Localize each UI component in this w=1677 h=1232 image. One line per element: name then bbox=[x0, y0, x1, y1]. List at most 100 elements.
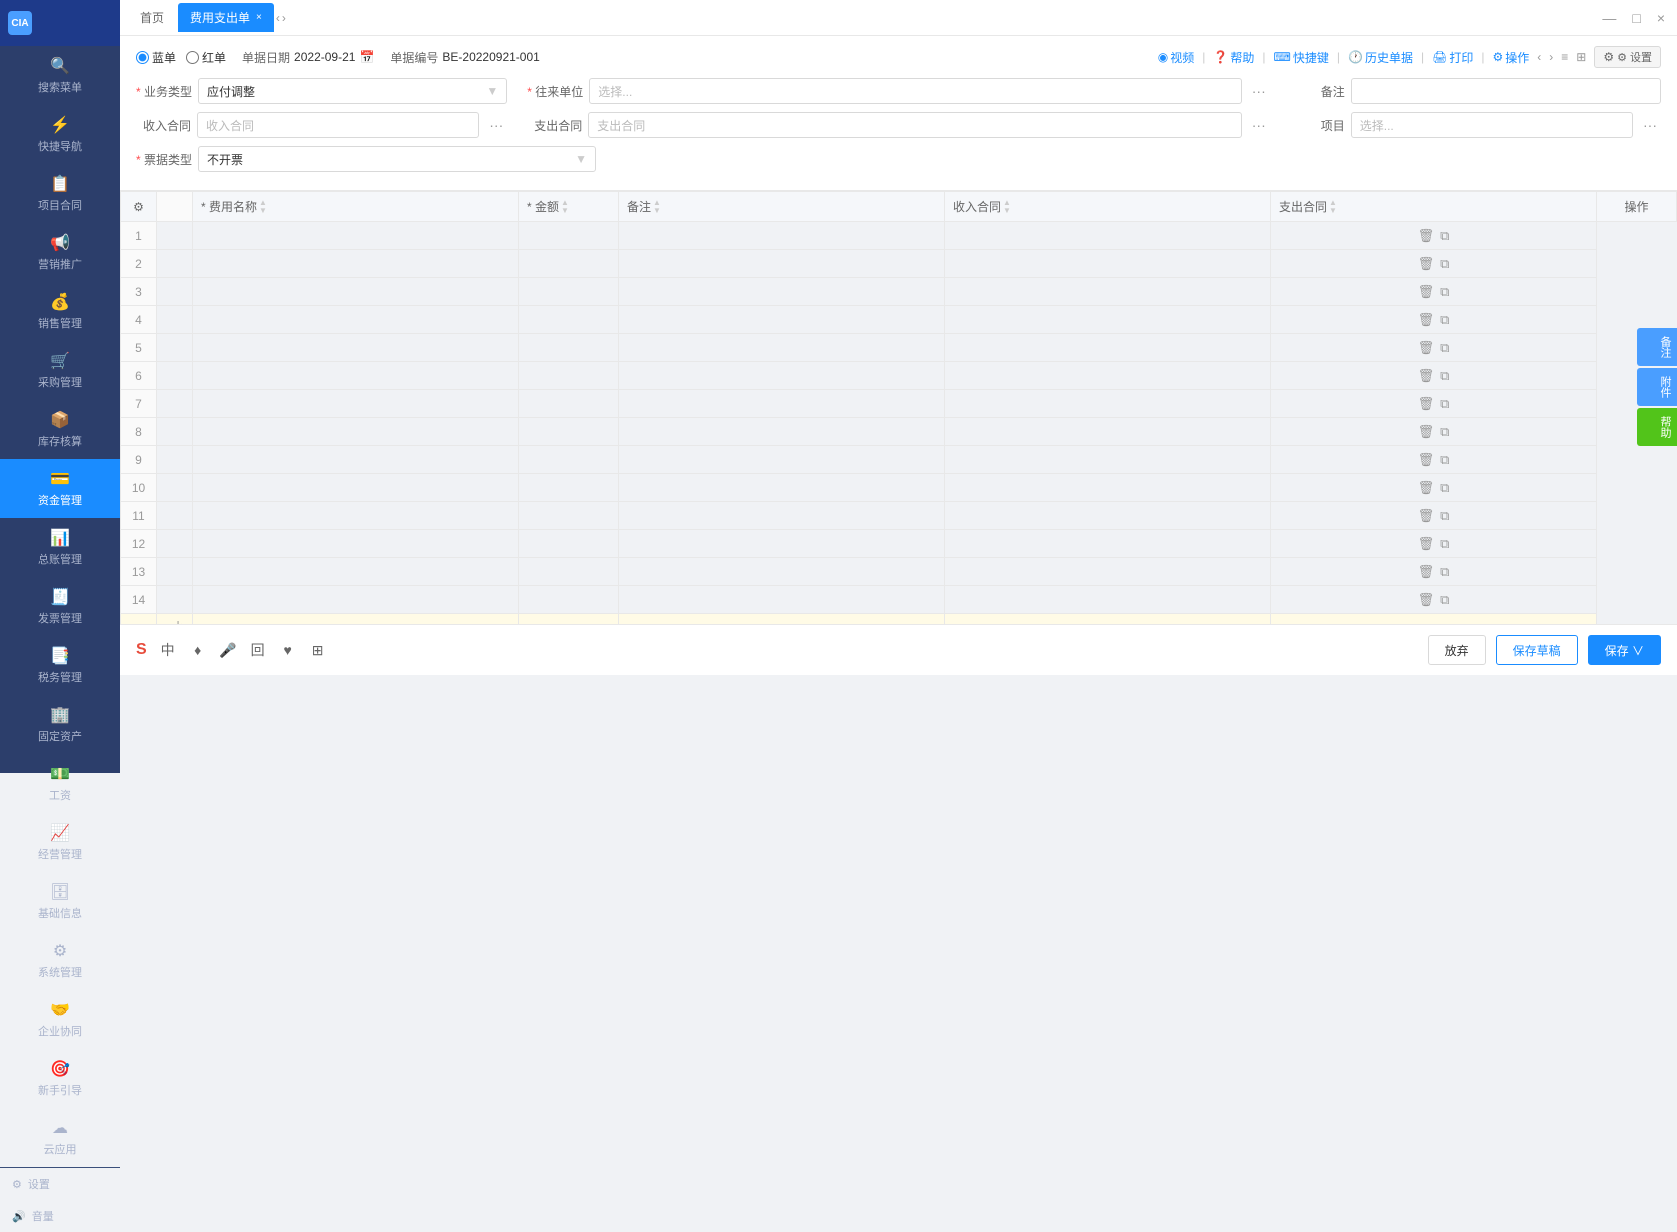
amount-13[interactable] bbox=[193, 558, 519, 586]
expense-contract-13[interactable] bbox=[945, 558, 1271, 586]
copy-icon-14[interactable]: ⧉ bbox=[1440, 592, 1449, 608]
income-contract-1[interactable] bbox=[619, 222, 945, 250]
grid-view-icon[interactable]: ⊞ bbox=[1576, 50, 1586, 64]
expense-name-6[interactable] bbox=[157, 362, 193, 390]
note-5[interactable] bbox=[519, 334, 619, 362]
income-contract-5[interactable] bbox=[619, 334, 945, 362]
note-13[interactable] bbox=[519, 558, 619, 586]
note-4[interactable] bbox=[519, 306, 619, 334]
expense-contract-6[interactable] bbox=[945, 362, 1271, 390]
sidebar-item-sales[interactable]: 💰 销售管理 bbox=[0, 282, 120, 341]
note-input[interactable] bbox=[1351, 78, 1661, 104]
expense-name-9[interactable] bbox=[157, 446, 193, 474]
help-btn[interactable]: ❓ 帮助 bbox=[1213, 49, 1254, 66]
delete-icon-5[interactable]: 🗑 bbox=[1418, 340, 1435, 356]
chinese-input-icon[interactable]: 中 bbox=[157, 639, 179, 661]
expense-contract-3[interactable] bbox=[945, 278, 1271, 306]
col-expense-contract[interactable]: 支出合同 ▲▼ bbox=[1271, 192, 1597, 222]
expense-contract-4[interactable] bbox=[945, 306, 1271, 334]
amount-9[interactable] bbox=[193, 446, 519, 474]
expense-contract-1[interactable] bbox=[945, 222, 1271, 250]
expense-contract-2[interactable] bbox=[945, 250, 1271, 278]
sidebar-item-marketing[interactable]: 📢 营销推广 bbox=[0, 223, 120, 282]
delete-icon-11[interactable]: 🗑 bbox=[1418, 508, 1435, 524]
income-contract-10[interactable] bbox=[619, 474, 945, 502]
delete-icon-9[interactable]: 🗑 bbox=[1418, 452, 1435, 468]
income-contract-13[interactable] bbox=[619, 558, 945, 586]
delete-icon-10[interactable]: 🗑 bbox=[1418, 480, 1435, 496]
expense-contract-7[interactable] bbox=[945, 390, 1271, 418]
delete-icon-3[interactable]: 🗑 bbox=[1418, 284, 1435, 300]
copy-icon-8[interactable]: ⧉ bbox=[1440, 424, 1449, 440]
blue-radio[interactable]: 蓝单 bbox=[136, 49, 176, 66]
operate-btn[interactable]: ⚙ 操作 bbox=[1492, 49, 1529, 66]
col-expense-name[interactable]: * 费用名称 ▲▼ bbox=[193, 192, 519, 222]
settings-button[interactable]: ⚙ ⚙ 设置 bbox=[1594, 46, 1661, 68]
expense-name-2[interactable] bbox=[157, 250, 193, 278]
note-8[interactable] bbox=[519, 418, 619, 446]
amount-14[interactable] bbox=[193, 586, 519, 614]
income-contract-more-icon[interactable]: ··· bbox=[485, 117, 507, 133]
expense-name-1[interactable] bbox=[157, 222, 193, 250]
amount-5[interactable] bbox=[193, 334, 519, 362]
right-tab-note[interactable]: 备注 bbox=[1637, 328, 1677, 366]
note-6[interactable] bbox=[519, 362, 619, 390]
note-10[interactable] bbox=[519, 474, 619, 502]
col-income-contract[interactable]: 收入合同 ▲▼ bbox=[945, 192, 1271, 222]
expense-name-4[interactable] bbox=[157, 306, 193, 334]
sidebar-item-newbie[interactable]: 🎯 新手引导 bbox=[0, 1049, 120, 1108]
expense-contract-more-icon[interactable]: ··· bbox=[1248, 117, 1270, 133]
note-7[interactable] bbox=[519, 390, 619, 418]
invoice-type-select[interactable]: 不开票 ▼ bbox=[198, 146, 596, 172]
biz-type-select[interactable]: 应付调整 ▼ bbox=[198, 78, 507, 104]
amount-6[interactable] bbox=[193, 362, 519, 390]
note-14[interactable] bbox=[519, 586, 619, 614]
amount-7[interactable] bbox=[193, 390, 519, 418]
expense-name-13[interactable] bbox=[157, 558, 193, 586]
copy-icon-4[interactable]: ⧉ bbox=[1440, 312, 1449, 328]
copy-icon-5[interactable]: ⧉ bbox=[1440, 340, 1449, 356]
nav-next-icon[interactable]: › bbox=[282, 11, 286, 25]
note-12[interactable] bbox=[519, 530, 619, 558]
delete-icon-7[interactable]: 🗑 bbox=[1418, 396, 1435, 412]
expense-contract-9[interactable] bbox=[945, 446, 1271, 474]
maximize-icon[interactable]: □ bbox=[1628, 8, 1644, 28]
delete-icon-8[interactable]: 🗑 bbox=[1418, 424, 1435, 440]
copy-icon-7[interactable]: ⧉ bbox=[1440, 396, 1449, 412]
red-radio[interactable]: 红单 bbox=[186, 49, 226, 66]
income-contract-2[interactable] bbox=[619, 250, 945, 278]
expense-contract-8[interactable] bbox=[945, 418, 1271, 446]
save-draft-button[interactable]: 保存草稿 bbox=[1496, 635, 1578, 665]
right-tab-help[interactable]: 帮助 bbox=[1637, 408, 1677, 446]
partner-input[interactable]: 选择... bbox=[589, 78, 1241, 104]
video-btn[interactable]: ◉ 视频 bbox=[1158, 49, 1195, 66]
expense-name-3[interactable] bbox=[157, 278, 193, 306]
sidebar-item-quicknav[interactable]: ⚡ 快捷导航 bbox=[0, 105, 120, 164]
project-more-icon[interactable]: ··· bbox=[1639, 117, 1661, 133]
project-input[interactable]: 选择... bbox=[1351, 112, 1633, 138]
list-view-icon[interactable]: ≡ bbox=[1561, 50, 1568, 64]
expense-name-5[interactable] bbox=[157, 334, 193, 362]
sidebar-item-settings[interactable]: ⚙ 设置 bbox=[0, 1168, 120, 1200]
sidebar-item-assets[interactable]: 🏢 固定资产 bbox=[0, 695, 120, 754]
expense-contract-11[interactable] bbox=[945, 502, 1271, 530]
amount-3[interactable] bbox=[193, 278, 519, 306]
sidebar-item-tax[interactable]: 📑 税务管理 bbox=[0, 636, 120, 695]
note-11[interactable] bbox=[519, 502, 619, 530]
note-2[interactable] bbox=[519, 250, 619, 278]
return-icon[interactable]: 回 bbox=[247, 639, 269, 661]
expense-name-8[interactable] bbox=[157, 418, 193, 446]
copy-icon-1[interactable]: ⧉ bbox=[1440, 228, 1449, 244]
income-contract-8[interactable] bbox=[619, 418, 945, 446]
income-contract-11[interactable] bbox=[619, 502, 945, 530]
sidebar-item-purchase[interactable]: 🛒 采购管理 bbox=[0, 341, 120, 400]
delete-icon-4[interactable]: 🗑 bbox=[1418, 312, 1435, 328]
tab-home[interactable]: 首页 bbox=[128, 3, 176, 32]
expense-name-10[interactable] bbox=[157, 474, 193, 502]
sidebar-item-enterprise[interactable]: 🤝 企业协同 bbox=[0, 990, 120, 1049]
expense-contract-input[interactable]: 支出合同 bbox=[588, 112, 1242, 138]
amount-4[interactable] bbox=[193, 306, 519, 334]
delete-icon-14[interactable]: 🗑 bbox=[1418, 592, 1435, 608]
amount-12[interactable] bbox=[193, 530, 519, 558]
grid-icon[interactable]: ⊞ bbox=[307, 639, 329, 661]
